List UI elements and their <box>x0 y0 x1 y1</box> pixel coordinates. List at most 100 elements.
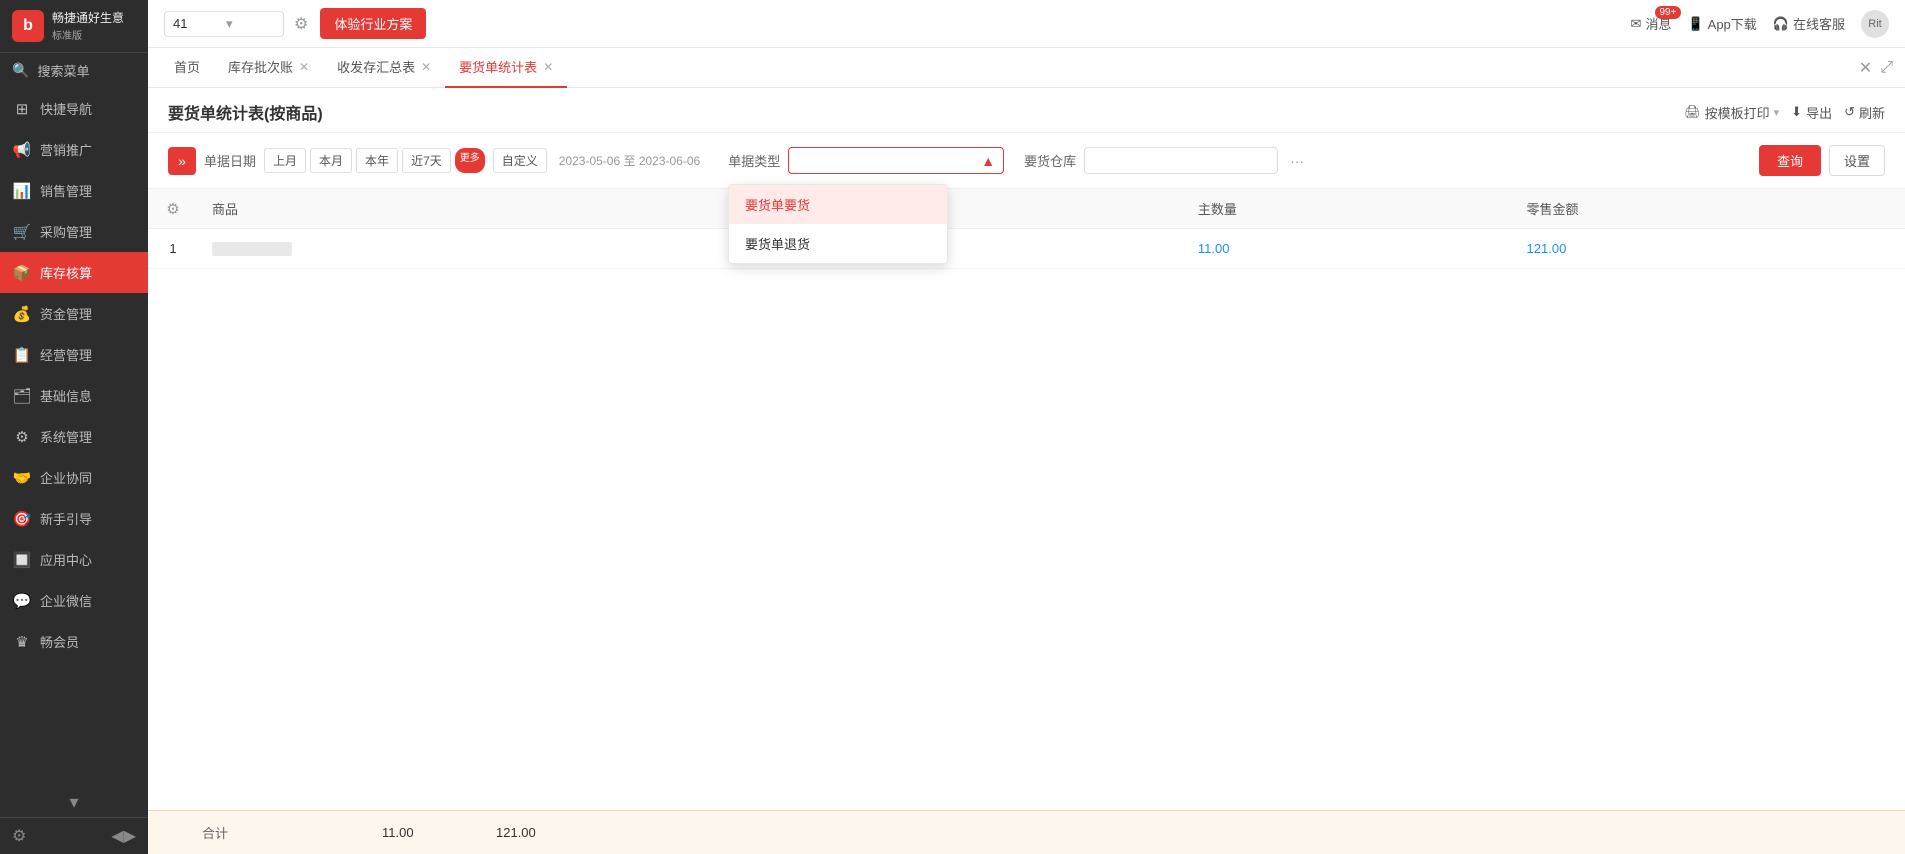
sidebar-item-wechat[interactable]: 💬 企业微信 <box>0 580 148 621</box>
page-title: 要货单统计表(按商品) <box>168 100 323 124</box>
tab-inventory-batch-label: 库存批次账 <box>228 57 293 76</box>
chevron-down-icon: ▾ <box>226 16 275 32</box>
col-settings[interactable]: ⚙ <box>148 189 198 229</box>
sidebar-item-inventory[interactable]: 📦 库存核算 <box>0 252 148 293</box>
refresh-button[interactable]: ↺ 刷新 <box>1844 103 1885 122</box>
sidebar-item-label: 营销推广 <box>40 140 92 159</box>
sidebar-item-label: 企业微信 <box>40 591 92 610</box>
sidebar-search[interactable]: 🔍 搜索菜单 <box>0 53 148 88</box>
print-button[interactable]: 🖨 按模板打印 ▾ <box>1684 103 1779 122</box>
custom-date-btn[interactable]: 自定义 <box>493 148 547 173</box>
refresh-icon: ↺ <box>1844 104 1855 120</box>
sidebar-item-guide[interactable]: 🎯 新手引导 <box>0 498 148 539</box>
tab-receivables-summary-close[interactable]: ✕ <box>421 60 431 74</box>
topbar-gear-icon[interactable]: ⚙ <box>294 14 308 34</box>
warehouse-label: 要货仓库 <box>1024 151 1076 170</box>
company-selector[interactable]: 41 ▾ <box>164 11 284 37</box>
more-badge: 更多 <box>455 148 485 173</box>
expand-tabs-icon[interactable]: ⤢ <box>1880 59 1893 77</box>
sidebar-item-label: 采购管理 <box>40 222 92 241</box>
tab-inventory-batch-close[interactable]: ✕ <box>299 60 309 74</box>
tab-inventory-batch[interactable]: 库存批次账 ✕ <box>214 48 323 88</box>
sidebar-item-quick-nav[interactable]: ⊞ 快捷导航 <box>0 88 148 129</box>
dropdown-item-order-return-label: 要货单退货 <box>745 237 810 252</box>
online-service-action[interactable]: 🎧 在线客服 <box>1773 14 1845 33</box>
message-badge: 99+ <box>1655 6 1682 19</box>
sidebar-item-marketing[interactable]: 📢 营销推广 <box>0 129 148 170</box>
date-label: 单据日期 <box>204 151 256 170</box>
last-7-days-btn[interactable]: 近7天 <box>402 148 451 173</box>
inventory-icon: 📦 <box>12 264 32 282</box>
sidebar-item-label: 基础信息 <box>40 386 92 405</box>
messages-action[interactable]: ✉ 消息 99+ <box>1631 14 1672 33</box>
print-chevron-icon: ▾ <box>1774 106 1780 119</box>
close-all-tabs-icon[interactable]: ✕ <box>1859 58 1872 78</box>
type-label: 单据类型 <box>728 151 780 170</box>
search-icon: 🔍 <box>12 62 29 79</box>
quick-nav-icon: ⊞ <box>12 100 32 118</box>
brand-sub: 标准版 <box>52 27 124 42</box>
data-table-wrap: ⚙ 商品 主计量单位 主数量 零售金额 <box>148 189 1905 810</box>
tab-order-stats-close[interactable]: ✕ <box>543 60 553 74</box>
sidebar-bottom: ⚙ ◀▶ <box>0 817 148 854</box>
amount-link[interactable]: 121.00 <box>1527 241 1567 256</box>
tab-receivables-summary[interactable]: 收发存汇总表 ✕ <box>323 48 445 88</box>
sidebar-scroll-down[interactable]: ▾ <box>0 788 148 817</box>
page-header-actions: 🖨 按模板打印 ▾ ⬇ 导出 ↺ 刷新 <box>1684 103 1885 122</box>
filter-expand-button[interactable]: » <box>168 147 196 175</box>
app-download-action[interactable]: 📱 App下载 <box>1687 14 1756 33</box>
guide-icon: 🎯 <box>12 510 32 528</box>
column-settings-icon[interactable]: ⚙ <box>166 201 179 218</box>
tabs-bar: 首页 库存批次账 ✕ 收发存汇总表 ✕ 要货单统计表 ✕ ✕ ⤢ <box>148 48 1905 88</box>
collapse-icon[interactable]: ◀▶ <box>111 826 136 846</box>
this-year-btn[interactable]: 本年 <box>356 148 398 173</box>
tab-order-stats[interactable]: 要货单统计表 ✕ <box>445 48 567 88</box>
query-button[interactable]: 查询 <box>1759 145 1821 176</box>
print-icon: 🖨 <box>1684 104 1701 120</box>
warehouse-input[interactable] <box>1084 147 1278 174</box>
company-selector-text: 41 <box>173 16 222 31</box>
data-table: ⚙ 商品 主计量单位 主数量 零售金额 <box>148 189 1905 269</box>
message-icon: ✉ <box>1631 16 1642 32</box>
sales-icon: 📊 <box>12 182 32 200</box>
sidebar-item-sales[interactable]: 📊 销售管理 <box>0 170 148 211</box>
dropdown-item-order-goods[interactable]: 要货单要货 <box>729 185 947 224</box>
sidebar-item-enterprise[interactable]: 🤝 企业协同 <box>0 457 148 498</box>
sidebar-item-vip[interactable]: ♛ 畅会员 <box>0 621 148 662</box>
row-qty: 11.00 <box>1184 229 1513 269</box>
tab-home[interactable]: 首页 <box>160 48 214 88</box>
trial-button[interactable]: 体验行业方案 <box>320 8 426 39</box>
sidebar-logo: b 畅捷通好生意 标准版 <box>0 0 148 53</box>
last-month-btn[interactable]: 上月 <box>264 148 306 173</box>
more-filter-icon[interactable]: ··· <box>1290 153 1304 169</box>
export-button[interactable]: ⬇ 导出 <box>1791 103 1832 122</box>
export-label: 导出 <box>1806 103 1832 122</box>
this-month-btn[interactable]: 本月 <box>310 148 352 173</box>
type-chevron-up-icon[interactable]: ▲ <box>981 153 1003 169</box>
marketing-icon: 📢 <box>12 141 32 159</box>
qty-link[interactable]: 11.00 <box>1198 241 1230 256</box>
sidebar-item-purchase[interactable]: 🛒 采购管理 <box>0 211 148 252</box>
date-quick-buttons: 上月 本月 本年 近7天 更多 <box>264 148 485 173</box>
sidebar-item-operations[interactable]: 📋 经营管理 <box>0 334 148 375</box>
export-icon: ⬇ <box>1791 104 1802 120</box>
sidebar-item-basics[interactable]: 🗂 基础信息 <box>0 375 148 416</box>
expand-icon: » <box>178 153 186 169</box>
sidebar-item-system[interactable]: ⚙ 系统管理 <box>0 416 148 457</box>
summary-row: 合计 11.00 121.00 <box>148 810 1905 854</box>
user-avatar[interactable]: Rit <box>1861 10 1889 38</box>
sidebar: b 畅捷通好生意 标准版 🔍 搜索菜单 ⊞ 快捷导航 📢 营销推广 📊 销售管理… <box>0 0 148 854</box>
sidebar-item-label: 系统管理 <box>40 427 92 446</box>
type-input[interactable] <box>789 148 981 173</box>
sidebar-item-finance[interactable]: 💰 资金管理 <box>0 293 148 334</box>
dropdown-item-order-return[interactable]: 要货单退货 <box>729 224 947 263</box>
sidebar-item-label: 新手引导 <box>40 509 92 528</box>
sidebar-item-label: 快捷导航 <box>40 99 92 118</box>
sidebar-search-label: 搜索菜单 <box>37 61 89 80</box>
refresh-label: 刷新 <box>1859 103 1885 122</box>
sidebar-item-app-center[interactable]: 🔲 应用中心 <box>0 539 148 580</box>
table-row: 1 块 11.00 121.00 <box>148 229 1905 269</box>
sidebar-item-label: 畅会员 <box>40 632 79 651</box>
settings-button[interactable]: 设置 <box>1829 145 1885 176</box>
settings-icon[interactable]: ⚙ <box>12 826 26 846</box>
